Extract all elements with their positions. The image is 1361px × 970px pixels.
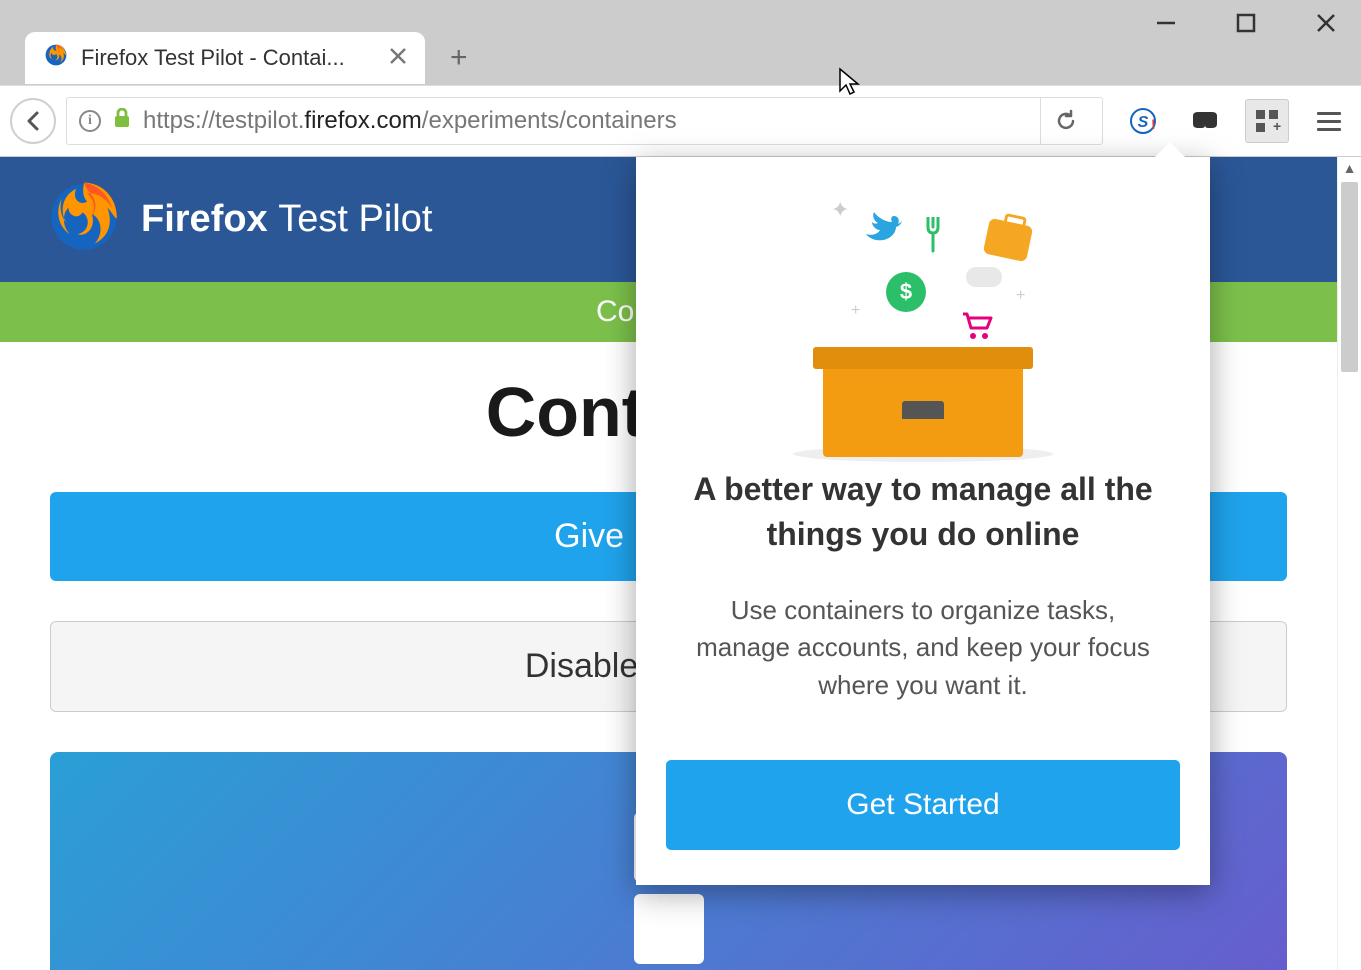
popup-heading: A better way to manage all the things yo… bbox=[686, 467, 1160, 557]
window-close-button[interactable] bbox=[1311, 8, 1341, 38]
svg-text:S: S bbox=[1138, 114, 1149, 131]
reload-button[interactable] bbox=[1040, 98, 1090, 144]
dollar-symbol: $ bbox=[900, 279, 912, 305]
box-icon bbox=[823, 369, 1023, 457]
svg-text:+: + bbox=[1273, 118, 1281, 134]
url-domain: firefox.com bbox=[304, 107, 421, 134]
window-minimize-button[interactable] bbox=[1151, 8, 1181, 38]
new-tab-button[interactable]: + bbox=[450, 41, 468, 75]
get-started-button[interactable]: Get Started bbox=[666, 760, 1180, 850]
hero-tile bbox=[634, 894, 704, 964]
sparkle-icon: ✦ bbox=[831, 197, 849, 223]
url-prefix: https://testpilot. bbox=[143, 107, 304, 134]
browser-tab[interactable]: Firefox Test Pilot - Contai... bbox=[25, 32, 425, 84]
extension-s-icon[interactable]: S! bbox=[1121, 99, 1165, 143]
svg-text:!: ! bbox=[1151, 116, 1156, 132]
fork-icon bbox=[926, 217, 940, 261]
back-button[interactable] bbox=[10, 98, 56, 144]
sparkle-icon: + bbox=[851, 302, 860, 320]
lock-icon bbox=[113, 108, 131, 134]
hamburger-menu-button[interactable] bbox=[1307, 99, 1351, 143]
popup-arrow-icon bbox=[1154, 142, 1186, 158]
address-bar[interactable]: i https://testpilot.firefox.com/experime… bbox=[66, 97, 1103, 145]
window-maximize-button[interactable] bbox=[1231, 8, 1261, 38]
cloud-icon bbox=[966, 267, 1002, 287]
briefcase-icon bbox=[983, 218, 1034, 262]
toolbar-icons: S! + bbox=[1121, 99, 1351, 143]
extension-goggle-icon[interactable] bbox=[1183, 99, 1227, 143]
popup-illustration: ✦ $ + + bbox=[666, 192, 1180, 457]
site-info-icon[interactable]: i bbox=[79, 110, 101, 132]
brand-thin: Test Pilot bbox=[278, 198, 432, 240]
cart-icon bbox=[961, 312, 993, 347]
url-text: https://testpilot.firefox.com/experiment… bbox=[143, 107, 677, 135]
containers-toolbar-button[interactable]: + bbox=[1245, 99, 1289, 143]
bird-icon bbox=[866, 212, 902, 251]
url-path: /experiments/containers bbox=[422, 107, 677, 134]
scroll-up-arrow-icon[interactable]: ▲ bbox=[1338, 160, 1361, 176]
brand-bold: Firefox bbox=[141, 198, 268, 240]
sparkle-icon: + bbox=[1016, 287, 1025, 305]
firefox-icon bbox=[43, 42, 69, 73]
dollar-icon: $ bbox=[886, 272, 926, 312]
firefox-logo-icon bbox=[45, 178, 123, 261]
tab-title: Firefox Test Pilot - Contai... bbox=[81, 45, 345, 71]
scrollbar[interactable]: ▲ bbox=[1337, 157, 1361, 970]
scrollbar-thumb[interactable] bbox=[1341, 182, 1358, 372]
popup-body: Use containers to organize tasks, manage… bbox=[691, 592, 1155, 705]
site-brand: Firefox Test Pilot bbox=[141, 198, 432, 241]
tab-strip: Firefox Test Pilot - Contai... + bbox=[25, 30, 468, 85]
tab-close-button[interactable] bbox=[389, 45, 407, 71]
window-controls bbox=[1151, 0, 1341, 45]
onboarding-popup: ✦ $ + + A better way to manage all the t… bbox=[636, 157, 1210, 885]
hamburger-icon bbox=[1317, 112, 1341, 131]
